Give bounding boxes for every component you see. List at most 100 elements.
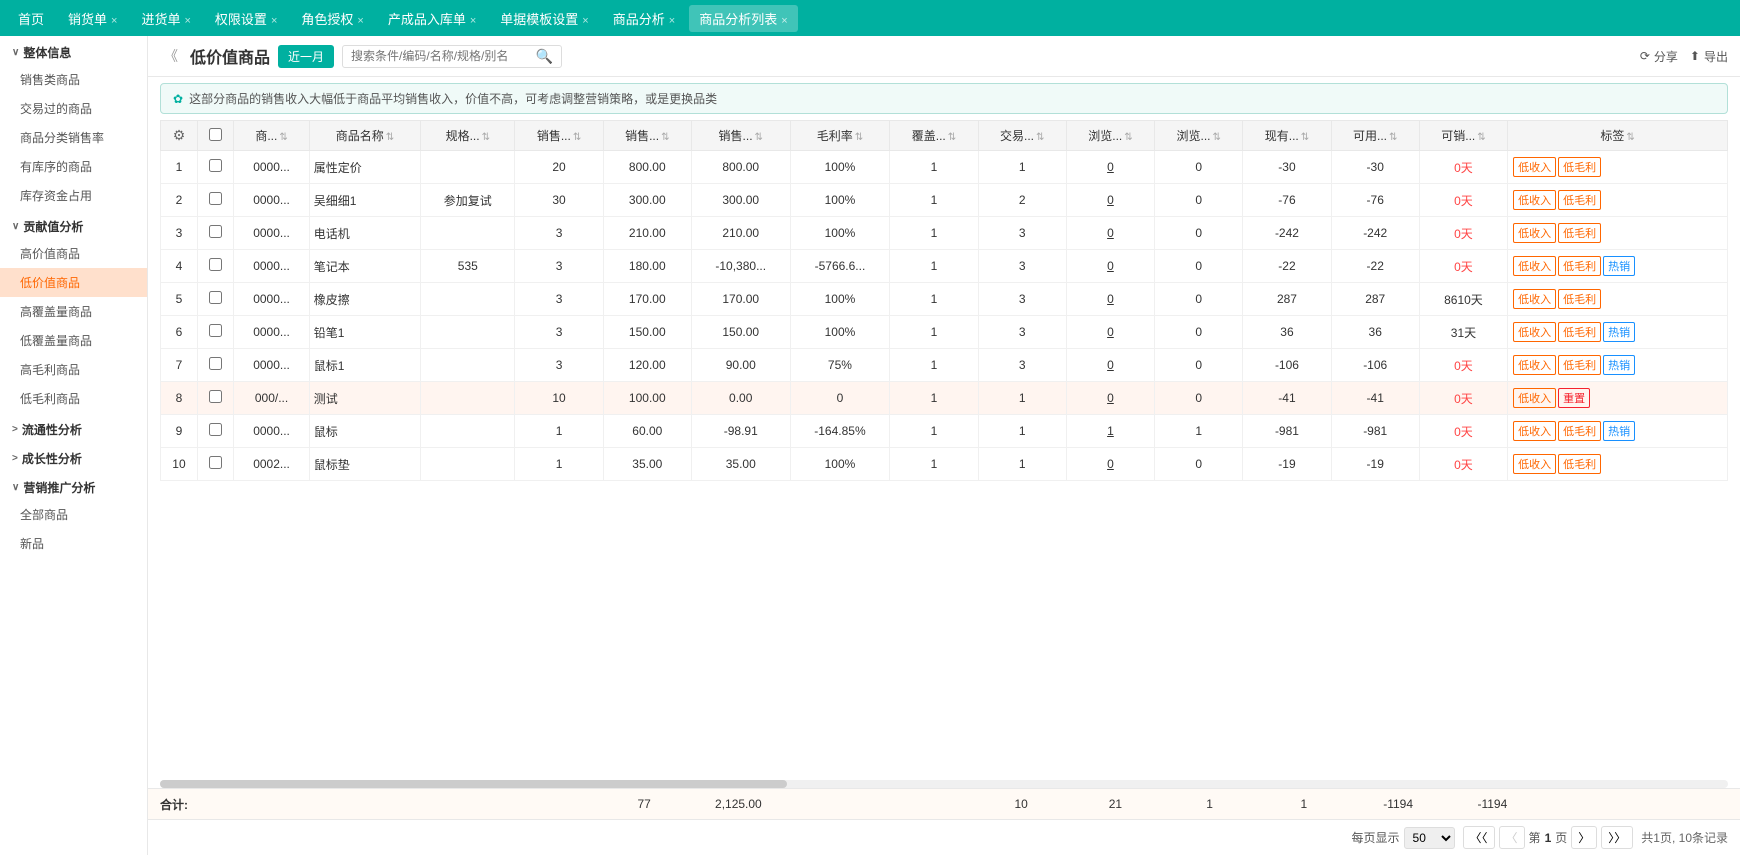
row-select-checkbox[interactable]: [209, 390, 222, 403]
nav-close-icon[interactable]: ×: [582, 15, 588, 27]
sidebar-group-贡献值分析[interactable]: ∨贡献值分析: [0, 210, 147, 239]
sidebar-item-全部商品[interactable]: 全部商品: [0, 500, 147, 529]
sidebar-item-高覆盖量商品[interactable]: 高覆盖量商品: [0, 297, 147, 326]
nav-close-icon[interactable]: ×: [669, 15, 675, 27]
row-checkbox[interactable]: [197, 349, 233, 382]
sidebar-item-销售类商品[interactable]: 销售类商品: [0, 65, 147, 94]
row-name[interactable]: 橡皮擦: [309, 283, 420, 316]
row-name[interactable]: 鼠标: [309, 415, 420, 448]
select-all-checkbox[interactable]: [209, 128, 222, 141]
qty-column-header[interactable]: 销售...⇅: [515, 121, 603, 151]
per-page-select[interactable]: 50 100: [1404, 827, 1455, 849]
sidebar-item-低价值商品[interactable]: 低价值商品: [0, 268, 147, 297]
row-browse1[interactable]: 0: [1066, 283, 1154, 316]
row-checkbox[interactable]: [197, 448, 233, 481]
nav-close-icon[interactable]: ×: [271, 15, 277, 27]
scrollbar-thumb[interactable]: [160, 780, 787, 788]
prev-page-button[interactable]: 〈: [1499, 826, 1525, 849]
row-checkbox[interactable]: [197, 283, 233, 316]
nav-item-销货单[interactable]: 销货单×: [58, 5, 127, 32]
nav-item-单据模板设置[interactable]: 单据模板设置×: [490, 5, 598, 32]
table-container[interactable]: ⚙ 商...⇅ 商品名称⇅ 规格...⇅ 销售...⇅ 销售...⇅ 销售...…: [148, 120, 1740, 780]
sidebar-item-低覆盖量商品[interactable]: 低覆盖量商品: [0, 326, 147, 355]
row-checkbox[interactable]: [197, 250, 233, 283]
avg-column-header[interactable]: 销售...⇅: [691, 121, 790, 151]
nav-item-首页[interactable]: 首页: [8, 5, 54, 32]
row-name[interactable]: 电话机: [309, 217, 420, 250]
nav-close-icon[interactable]: ×: [357, 15, 363, 27]
row-browse1[interactable]: 0: [1066, 217, 1154, 250]
collapse-button[interactable]: 《: [160, 44, 182, 68]
nav-item-商品分析[interactable]: 商品分析×: [603, 5, 685, 32]
nav-close-icon[interactable]: ×: [781, 15, 787, 27]
row-select-checkbox[interactable]: [209, 192, 222, 205]
salable-column-header[interactable]: 可销...⇅: [1419, 121, 1507, 151]
checkbox-column-header[interactable]: [197, 121, 233, 151]
row-name[interactable]: 铅笔1: [309, 316, 420, 349]
row-browse1[interactable]: 0: [1066, 349, 1154, 382]
export-button[interactable]: ⬆ 导出: [1690, 48, 1728, 65]
row-browse1[interactable]: 0: [1066, 184, 1154, 217]
browse1-column-header[interactable]: 浏览...⇅: [1066, 121, 1154, 151]
row-checkbox[interactable]: [197, 415, 233, 448]
sidebar-item-库存资金占用[interactable]: 库存资金占用: [0, 181, 147, 210]
row-checkbox[interactable]: [197, 382, 233, 415]
sidebar-item-商品分类销售率[interactable]: 商品分类销售率: [0, 123, 147, 152]
current-column-header[interactable]: 现有...⇅: [1243, 121, 1331, 151]
tags-column-header[interactable]: 标签⇅: [1508, 121, 1728, 151]
row-checkbox[interactable]: [197, 184, 233, 217]
nav-close-icon[interactable]: ×: [111, 15, 117, 27]
row-name[interactable]: 测试: [309, 382, 420, 415]
row-select-checkbox[interactable]: [209, 357, 222, 370]
code-column-header[interactable]: 商...⇅: [234, 121, 310, 151]
cover-column-header[interactable]: 覆盖...⇅: [890, 121, 978, 151]
row-browse1[interactable]: 0: [1066, 448, 1154, 481]
row-name[interactable]: 鼠标1: [309, 349, 420, 382]
nav-close-icon[interactable]: ×: [184, 15, 190, 27]
sidebar-item-新品[interactable]: 新品: [0, 529, 147, 558]
nav-item-商品分析列表[interactable]: 商品分析列表×: [689, 5, 797, 32]
row-select-checkbox[interactable]: [209, 225, 222, 238]
row-browse1[interactable]: 1: [1066, 415, 1154, 448]
time-filter-button[interactable]: 近一月: [278, 45, 334, 68]
sidebar-item-高毛利商品[interactable]: 高毛利商品: [0, 355, 147, 384]
row-name[interactable]: 笔记本: [309, 250, 420, 283]
first-page-button[interactable]: 〈〈: [1463, 826, 1495, 849]
browse2-column-header[interactable]: 浏览...⇅: [1155, 121, 1243, 151]
row-checkbox[interactable]: [197, 151, 233, 184]
row-select-checkbox[interactable]: [209, 159, 222, 172]
sidebar-item-交易过的商品[interactable]: 交易过的商品: [0, 94, 147, 123]
gear-column-header[interactable]: ⚙: [161, 121, 198, 151]
sidebar-item-高价值商品[interactable]: 高价值商品: [0, 239, 147, 268]
gear-icon[interactable]: ⚙: [173, 127, 186, 143]
nav-close-icon[interactable]: ×: [470, 15, 476, 27]
row-name[interactable]: 属性定价: [309, 151, 420, 184]
nav-item-产成品入库单[interactable]: 产成品入库单×: [378, 5, 486, 32]
row-checkbox[interactable]: [197, 316, 233, 349]
row-browse1[interactable]: 0: [1066, 250, 1154, 283]
next-page-button[interactable]: 〉: [1571, 826, 1597, 849]
nav-item-角色授权[interactable]: 角色授权×: [291, 5, 373, 32]
amount-column-header[interactable]: 销售...⇅: [603, 121, 691, 151]
sidebar-group-营销推广分析[interactable]: ∨营销推广分析: [0, 471, 147, 500]
row-name[interactable]: 吴细细1: [309, 184, 420, 217]
row-checkbox[interactable]: [197, 217, 233, 250]
sidebar-group-整体信息[interactable]: ∨整体信息: [0, 36, 147, 65]
row-select-checkbox[interactable]: [209, 291, 222, 304]
sidebar-item-有库序的商品[interactable]: 有库序的商品: [0, 152, 147, 181]
row-browse1[interactable]: 0: [1066, 151, 1154, 184]
row-browse1[interactable]: 0: [1066, 316, 1154, 349]
row-select-checkbox[interactable]: [209, 456, 222, 469]
search-icon[interactable]: 🔍: [536, 48, 553, 65]
last-page-button[interactable]: 〉〉: [1601, 826, 1633, 849]
search-input[interactable]: [351, 49, 532, 63]
row-name[interactable]: 鼠标垫: [309, 448, 420, 481]
sidebar-group-成长性分析[interactable]: >成长性分析: [0, 442, 147, 471]
nav-item-权限设置[interactable]: 权限设置×: [205, 5, 287, 32]
gross-column-header[interactable]: 毛利率⇅: [790, 121, 890, 151]
nav-item-进货单[interactable]: 进货单×: [131, 5, 200, 32]
usable-column-header[interactable]: 可用...⇅: [1331, 121, 1419, 151]
trade-column-header[interactable]: 交易...⇅: [978, 121, 1066, 151]
share-button[interactable]: ⟳ 分享: [1640, 48, 1678, 65]
row-select-checkbox[interactable]: [209, 258, 222, 271]
